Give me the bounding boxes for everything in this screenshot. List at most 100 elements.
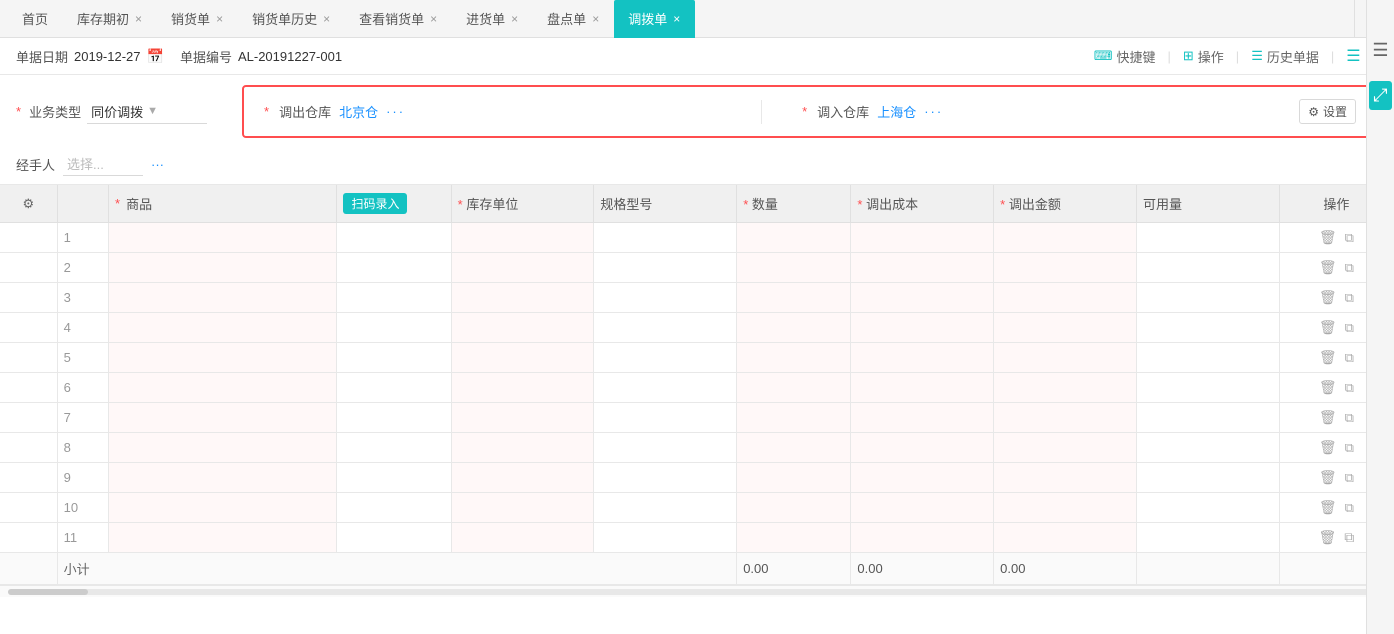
cell-cost-10[interactable] <box>851 493 994 523</box>
cell-cost-3[interactable] <box>851 283 994 313</box>
cell-cost-6[interactable] <box>851 373 994 403</box>
copy-icon-5[interactable]: ⧉ <box>1345 350 1354 366</box>
cell-qty-3[interactable] <box>737 283 851 313</box>
tab-home[interactable]: 首页 <box>8 0 63 38</box>
cell-amount-2[interactable] <box>994 253 1137 283</box>
cell-cost-8[interactable] <box>851 433 994 463</box>
delete-icon-2[interactable]: 🗑 <box>1319 259 1337 276</box>
in-warehouse-value[interactable]: 上海仓 <box>877 102 916 121</box>
copy-icon-7[interactable]: ⧉ <box>1345 410 1354 426</box>
calendar-icon[interactable]: 📅 <box>147 48 164 65</box>
tab-sales-history-close[interactable]: × <box>323 12 330 26</box>
copy-icon-11[interactable]: ⧉ <box>1344 529 1354 546</box>
cell-spec-7[interactable] <box>594 403 737 433</box>
cell-goods-3[interactable] <box>109 283 337 313</box>
cell-unit-9[interactable] <box>451 463 594 493</box>
tab-purchase-order-close[interactable]: × <box>511 12 518 26</box>
delete-icon-8[interactable]: 🗑 <box>1319 439 1337 456</box>
tab-inventory-init[interactable]: 库存期初 × <box>63 0 157 38</box>
copy-icon-8[interactable]: ⧉ <box>1345 440 1354 456</box>
biz-type-select[interactable]: 同价调拨 ▼ <box>87 100 207 124</box>
tab-sales-order-close[interactable]: × <box>216 12 223 26</box>
cell-amount-7[interactable] <box>994 403 1137 433</box>
cell-unit-4[interactable] <box>451 313 594 343</box>
tab-inventory-init-close[interactable]: × <box>135 12 142 26</box>
cell-qty-8[interactable] <box>737 433 851 463</box>
copy-icon-3[interactable]: ⧉ <box>1345 290 1354 306</box>
tab-transfer-order-close[interactable]: × <box>673 12 680 26</box>
scan-btn[interactable]: 扫码录入 <box>343 193 407 214</box>
cell-unit-10[interactable] <box>451 493 594 523</box>
cell-cost-7[interactable] <box>851 403 994 433</box>
cell-unit-11[interactable] <box>451 523 594 553</box>
cell-amount-1[interactable] <box>994 223 1137 253</box>
in-warehouse-more-icon[interactable]: ··· <box>924 104 943 119</box>
tab-purchase-order[interactable]: 进货单 × <box>452 0 533 38</box>
cell-amount-5[interactable] <box>994 343 1137 373</box>
cell-cost-9[interactable] <box>851 463 994 493</box>
copy-icon-1[interactable]: ⧉ <box>1345 230 1354 246</box>
cell-cost-4[interactable] <box>851 313 994 343</box>
cell-spec-6[interactable] <box>594 373 737 403</box>
copy-icon-4[interactable]: ⧉ <box>1345 320 1354 336</box>
cell-unit-3[interactable] <box>451 283 594 313</box>
cell-qty-11[interactable] <box>737 523 851 553</box>
cell-qty-9[interactable] <box>737 463 851 493</box>
cell-goods-1[interactable] <box>109 223 337 253</box>
cell-unit-2[interactable] <box>451 253 594 283</box>
out-warehouse-value[interactable]: 北京仓 <box>339 102 378 121</box>
handler-input[interactable]: 选择... <box>63 152 143 176</box>
cell-goods-4[interactable] <box>109 313 337 343</box>
cell-spec-11[interactable] <box>594 523 737 553</box>
cell-qty-2[interactable] <box>737 253 851 283</box>
cell-amount-9[interactable] <box>994 463 1137 493</box>
cell-goods-10[interactable] <box>109 493 337 523</box>
cell-goods-5[interactable] <box>109 343 337 373</box>
cell-qty-1[interactable] <box>737 223 851 253</box>
delete-icon-5[interactable]: 🗑 <box>1319 349 1337 366</box>
out-warehouse-more-icon[interactable]: ··· <box>386 104 405 119</box>
bottom-scrollbar[interactable] <box>0 585 1394 597</box>
tab-view-sales[interactable]: 查看销货单 × <box>345 0 452 38</box>
tab-sales-order[interactable]: 销货单 × <box>157 0 238 38</box>
cell-goods-11[interactable] <box>109 523 337 553</box>
cell-cost-11[interactable] <box>851 523 994 553</box>
sidebar-expand-icon[interactable]: ⤢ <box>1369 81 1391 110</box>
cell-cost-2[interactable] <box>851 253 994 283</box>
cell-spec-1[interactable] <box>594 223 737 253</box>
sidebar-list-icon[interactable]: ☰ <box>1372 40 1388 61</box>
cell-goods-2[interactable] <box>109 253 337 283</box>
cell-spec-10[interactable] <box>594 493 737 523</box>
date-value[interactable]: 2019-12-27 <box>74 49 141 64</box>
cell-unit-5[interactable] <box>451 343 594 373</box>
cell-unit-7[interactable] <box>451 403 594 433</box>
tab-sales-history[interactable]: 销货单历史 × <box>238 0 345 38</box>
cell-amount-6[interactable] <box>994 373 1137 403</box>
cell-cost-5[interactable] <box>851 343 994 373</box>
delete-icon-11[interactable]: 🗑 <box>1318 529 1336 546</box>
cell-unit-8[interactable] <box>451 433 594 463</box>
delete-icon-1[interactable]: 🗑 <box>1319 229 1337 246</box>
cell-spec-2[interactable] <box>594 253 737 283</box>
history-btn[interactable]: ☰ 历史单据 <box>1251 47 1319 66</box>
delete-icon-4[interactable]: 🗑 <box>1319 319 1337 336</box>
delete-icon-6[interactable]: 🗑 <box>1319 379 1337 396</box>
operations-btn[interactable]: ⊞ 操作 <box>1183 47 1224 66</box>
cell-amount-4[interactable] <box>994 313 1137 343</box>
copy-icon-10[interactable]: ⧉ <box>1345 500 1354 516</box>
shortcut-btn[interactable]: ⌨ 快捷键 <box>1094 47 1156 66</box>
cell-spec-9[interactable] <box>594 463 737 493</box>
tab-transfer-order[interactable]: 调拨单 × <box>614 0 695 38</box>
tab-inventory-count-close[interactable]: × <box>592 12 599 26</box>
settings-button[interactable]: ⚙ 设置 <box>1299 99 1356 124</box>
cell-goods-6[interactable] <box>109 373 337 403</box>
cell-spec-4[interactable] <box>594 313 737 343</box>
gear-settings-icon[interactable]: ⚙ <box>22 196 34 211</box>
cell-qty-4[interactable] <box>737 313 851 343</box>
delete-icon-3[interactable]: 🗑 <box>1319 289 1337 306</box>
cell-unit-6[interactable] <box>451 373 594 403</box>
cell-qty-10[interactable] <box>737 493 851 523</box>
delete-icon-10[interactable]: 🗑 <box>1319 499 1337 516</box>
copy-icon-2[interactable]: ⧉ <box>1345 260 1354 276</box>
cell-unit-1[interactable] <box>451 223 594 253</box>
